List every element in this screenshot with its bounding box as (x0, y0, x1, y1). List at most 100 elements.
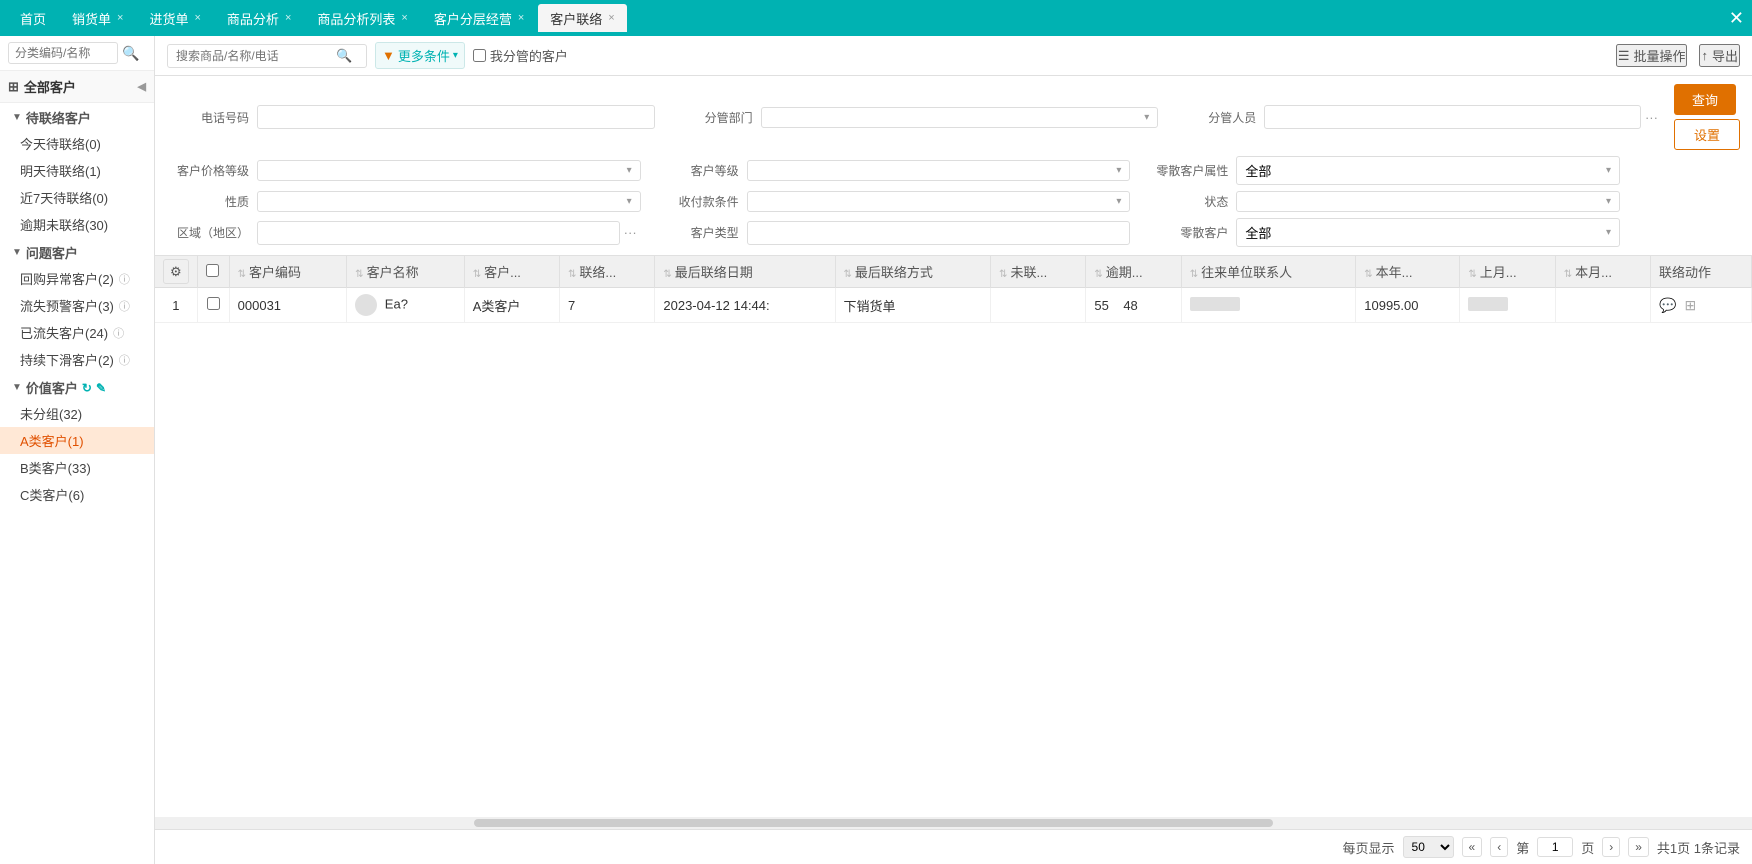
query-button[interactable]: 查询 (1674, 84, 1736, 115)
my-customers-checkbox[interactable] (473, 49, 486, 62)
sidebar-item-week-contact[interactable]: 近7天待联络(0) (0, 184, 154, 211)
close-segmentation-tab[interactable]: × (518, 12, 524, 24)
filter-row-3: 性质 ▾ 收付款条件 ▾ 状态 (167, 191, 1740, 212)
col-last-contact-date[interactable]: 最后联络日期 (655, 256, 835, 288)
batch-op-button[interactable]: ☰ 批量操作 (1616, 44, 1688, 67)
settings-button[interactable]: 设置 (1674, 119, 1740, 150)
sidebar-item-unclassified[interactable]: 未分组(32) (0, 400, 154, 427)
customer-level-select[interactable]: ▾ (747, 160, 1131, 181)
tab-customer-segmentation[interactable]: 客户分层经营 × (422, 4, 536, 32)
col-this-month[interactable]: 本月... (1555, 256, 1650, 288)
department-label: 分管部门 (671, 109, 761, 126)
col-overdue[interactable]: 逾期... (1086, 256, 1181, 288)
total-records-label: 共1页 1条记录 (1657, 838, 1740, 857)
person-dots[interactable]: ··· (1641, 110, 1662, 125)
sidebar-search-input[interactable] (8, 42, 118, 64)
tab-product-analysis[interactable]: 商品分析 × (215, 4, 303, 32)
col-name[interactable]: 客户名称 (347, 256, 465, 288)
region-input[interactable] (257, 221, 620, 245)
edit-value-icon[interactable]: ✎ (96, 381, 106, 395)
payment-select[interactable]: ▾ (747, 191, 1131, 212)
page-input[interactable] (1537, 837, 1573, 857)
tab-home[interactable]: 首页 (8, 4, 58, 32)
sidebar-item-churn-warning[interactable]: 流失预警客户(3) ⓘ (0, 292, 154, 319)
customer-level-label: 客户等级 (657, 162, 747, 179)
filter-field-phone: 电话号码 (167, 105, 655, 129)
region-dots[interactable]: ··· (620, 225, 641, 240)
sidebar-item-today-contact[interactable]: 今天待联络(0) (0, 130, 154, 157)
sidebar-item-class-a[interactable]: A类客户(1) (0, 427, 154, 454)
search-icon[interactable]: 🔍 (336, 48, 352, 64)
close-sales-tab[interactable]: × (117, 12, 123, 24)
batch-op-label: 批量操作 (1633, 46, 1685, 65)
sidebar-item-tomorrow-contact[interactable]: 明天待联络(1) (0, 157, 154, 184)
select-all-checkbox[interactable] (206, 264, 219, 277)
prev-page-button[interactable]: ‹ (1490, 837, 1508, 857)
chat-action-icon[interactable]: 💬 (1659, 297, 1676, 314)
col-actions: 联络动作 (1651, 256, 1752, 288)
col-customer-type[interactable]: 客户... (464, 256, 559, 288)
grid-action-icon[interactable]: ⊞ (1684, 297, 1696, 314)
col-code[interactable]: 客户编码 (229, 256, 347, 288)
scrollbar-thumb[interactable] (474, 819, 1273, 827)
row-code: 000031 (229, 288, 347, 323)
status-select[interactable]: ▾ (1236, 191, 1620, 212)
price-level-select[interactable]: ▾ (257, 160, 641, 181)
first-page-button[interactable]: « (1462, 837, 1483, 857)
tab-customer-contact[interactable]: 客户联络 × (538, 4, 626, 32)
horizontal-scrollbar[interactable] (155, 817, 1752, 829)
last-page-button[interactable]: » (1628, 837, 1649, 857)
filter-field-customer-type: 客户类型 (657, 221, 1131, 245)
row-name-text: Ea? (385, 296, 408, 311)
person-input[interactable] (1264, 105, 1641, 129)
status-label: 状态 (1146, 193, 1236, 210)
table-settings-gear[interactable]: ⚙ (163, 259, 189, 284)
tab-sales[interactable]: 销货单 × (60, 4, 135, 32)
sidebar-item-repurchase-abnormal[interactable]: 回购异常客户(2) ⓘ (0, 265, 154, 292)
nature-select[interactable]: ▾ (257, 191, 641, 212)
row-index: 1 (155, 288, 197, 323)
sidebar-item-declining[interactable]: 持续下滑客户(2) ⓘ (0, 346, 154, 373)
close-purchase-tab[interactable]: × (194, 12, 200, 24)
sidebar-item-class-c[interactable]: C类客户(6) (0, 481, 154, 508)
tab-purchase[interactable]: 进货单 × (137, 4, 212, 32)
tab-product-analysis-list[interactable]: 商品分析列表 × (305, 4, 419, 32)
more-filters-button[interactable]: ▼ 更多条件 ▾ (375, 42, 465, 69)
filter-field-retail-customer: 零散客户 全部 ▾ (1146, 218, 1620, 247)
col-this-year[interactable]: 本年... (1356, 256, 1460, 288)
last-contact-method-link[interactable]: 下销货单 (844, 299, 896, 314)
next-page-button[interactable]: › (1602, 837, 1620, 857)
col-last-contact-method[interactable]: 最后联络方式 (835, 256, 991, 288)
department-select[interactable]: ▾ (761, 107, 1159, 128)
refresh-icon[interactable]: ↻ (82, 381, 92, 395)
close-all-button[interactable]: ✕ (1729, 8, 1744, 29)
col-last-month[interactable]: 上月... (1460, 256, 1555, 288)
chevron-icon: ▾ (1144, 112, 1149, 123)
sidebar-item-overdue-contact[interactable]: 逾期未联络(30) (0, 211, 154, 238)
chevron-icon-5: ▾ (627, 196, 632, 207)
close-product-analysis-tab[interactable]: × (285, 12, 291, 24)
retail-attr-select[interactable]: 全部 ▾ (1236, 156, 1620, 185)
retail-customer-select[interactable]: 全部 ▾ (1236, 218, 1620, 247)
sidebar-item-churned[interactable]: 已流失客户(24) ⓘ (0, 319, 154, 346)
sidebar-search-icon[interactable]: 🔍 (122, 45, 139, 62)
col-no-contact[interactable]: 未联... (991, 256, 1086, 288)
all-customers-header[interactable]: ⊞ 全部客户 ◀ (0, 71, 154, 103)
col-contact-person[interactable]: 往来单位联系人 (1181, 256, 1356, 288)
col-contact-count[interactable]: 联络... (560, 256, 655, 288)
close-product-list-tab[interactable]: × (401, 12, 407, 24)
chevron-icon-8: ▾ (1606, 227, 1611, 238)
nature-label: 性质 (167, 193, 257, 210)
filter-row-4: 区域（地区） ··· 客户类型 零散客户 全部 ▾ (167, 218, 1740, 247)
close-contact-tab[interactable]: × (608, 12, 614, 24)
sidebar-item-class-b[interactable]: B类客户(33) (0, 454, 154, 481)
export-button[interactable]: ↑ 导出 (1699, 44, 1740, 67)
phone-input[interactable] (257, 105, 655, 129)
row-checkbox[interactable] (207, 297, 220, 310)
customer-type-input[interactable] (747, 221, 1131, 245)
my-customers-checkbox-label[interactable]: 我分管的客户 (473, 46, 568, 65)
per-page-select[interactable]: 50 100 200 (1403, 836, 1454, 858)
row-contact-count: 7 (560, 288, 655, 323)
table-area: ⚙ 客户编码 客户名称 客户... 联络... 最后联络日期 最后联络方式 未联… (155, 256, 1752, 817)
search-input[interactable] (176, 49, 336, 63)
